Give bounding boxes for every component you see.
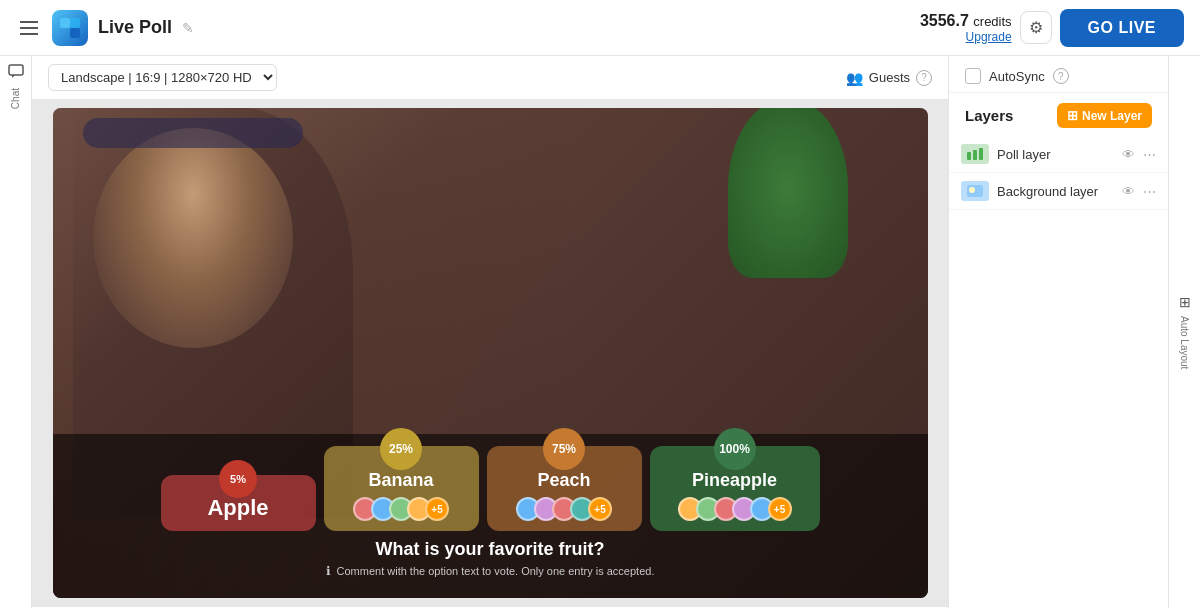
edit-title-icon[interactable]: ✎	[182, 20, 194, 36]
info-icon: ℹ	[326, 564, 331, 578]
upgrade-link[interactable]: Upgrade	[920, 30, 1012, 44]
avatar-more: +5	[588, 497, 612, 521]
canvas-preview: 5% Apple 25% Banana	[32, 100, 948, 606]
poll-layer-name: Poll layer	[997, 147, 1114, 162]
svg-rect-6	[979, 148, 983, 160]
banana-percent: 25%	[380, 428, 422, 470]
new-layer-button[interactable]: ⊞ New Layer	[1057, 103, 1152, 128]
poll-layer-visibility[interactable]: 👁	[1122, 147, 1135, 162]
svg-rect-5	[973, 150, 977, 160]
bg-layer-name: Background layer	[997, 184, 1114, 199]
menu-icon[interactable]	[16, 17, 42, 39]
layer-background[interactable]: Background layer 👁 ⋯	[949, 173, 1168, 210]
poll-layer-thumb	[961, 144, 989, 164]
peach-avatars: +5	[516, 497, 612, 521]
autosync-row: AutoSync ?	[949, 56, 1168, 93]
new-layer-icon: ⊞	[1067, 108, 1078, 123]
chat-panel-toggle[interactable]: Chat	[8, 64, 24, 109]
resolution-select[interactable]: Landscape | 16:9 | 1280×720 HD	[48, 64, 277, 91]
poll-options: 5% Apple 25% Banana	[69, 446, 912, 531]
bg-layer-actions: 👁 ⋯	[1122, 184, 1156, 199]
layer-poll[interactable]: Poll layer 👁 ⋯	[949, 136, 1168, 173]
main-content: Chat Landscape | 16:9 | 1280×720 HD 👥 Gu…	[0, 56, 1200, 608]
autosync-label: AutoSync	[989, 69, 1045, 84]
layers-title: Layers	[965, 107, 1013, 124]
poll-layer-actions: 👁 ⋯	[1122, 147, 1156, 162]
svg-point-8	[969, 187, 975, 193]
guests-icon: 👥	[846, 70, 863, 86]
svg-rect-1	[70, 28, 80, 38]
canvas-area: Landscape | 16:9 | 1280×720 HD 👥 Guests …	[32, 56, 948, 608]
option-peach: 75% Peach +5	[487, 446, 642, 531]
bg-layer-thumb	[961, 181, 989, 201]
svg-rect-2	[70, 18, 80, 28]
app-logo	[52, 10, 88, 46]
poll-question: What is your favorite fruit?	[69, 539, 912, 560]
new-layer-label: New Layer	[1082, 109, 1142, 123]
credits-label: credits	[973, 14, 1011, 29]
left-sidebar: Chat	[0, 56, 32, 608]
svg-rect-3	[9, 65, 23, 75]
autosync-help[interactable]: ?	[1053, 68, 1069, 84]
option-banana: 25% Banana +5	[324, 446, 479, 531]
plant-decoration	[728, 108, 848, 278]
apple-percent: 5%	[219, 460, 257, 498]
banana-name: Banana	[368, 470, 433, 491]
auto-layout-icon: ⊞	[1179, 294, 1191, 310]
headphones-band	[83, 118, 303, 148]
option-apple: 5% Apple	[161, 475, 316, 531]
peach-name: Peach	[537, 470, 590, 491]
chat-icon	[8, 64, 24, 80]
option-pineapple: 100% Pineapple +5	[650, 446, 820, 531]
bg-layer-more[interactable]: ⋯	[1143, 184, 1156, 199]
header-center: 3556.7 credits Upgrade ⚙ GO LIVE	[920, 9, 1184, 47]
guests-button[interactable]: 👥 Guests ?	[846, 70, 932, 86]
pineapple-percent: 100%	[714, 428, 756, 470]
peach-percent: 75%	[543, 428, 585, 470]
chat-label: Chat	[10, 88, 21, 109]
autosync-checkbox[interactable]	[965, 68, 981, 84]
avatar-more: +5	[425, 497, 449, 521]
poll-instruction-text: Comment with the option text to vote. On…	[337, 565, 655, 577]
header: Live Poll ✎ 3556.7 credits Upgrade ⚙ GO …	[0, 0, 1200, 56]
guests-help[interactable]: ?	[916, 70, 932, 86]
avatar-more: +5	[768, 497, 792, 521]
right-sidebar: AutoSync ? Layers ⊞ New Layer Poll layer…	[948, 56, 1168, 608]
poll-overlay: 5% Apple 25% Banana	[53, 434, 928, 598]
svg-rect-0	[60, 18, 70, 28]
poll-instruction: ℹ Comment with the option text to vote. …	[69, 564, 912, 578]
pineapple-avatars: +5	[678, 497, 792, 521]
person-head	[93, 128, 293, 348]
settings-button[interactable]: ⚙	[1020, 11, 1052, 44]
canvas-toolbar: Landscape | 16:9 | 1280×720 HD 👥 Guests …	[32, 56, 948, 100]
auto-layout-panel[interactable]: ⊞ Auto Layout	[1168, 56, 1200, 608]
svg-rect-4	[967, 152, 971, 160]
auto-layout-label: Auto Layout	[1179, 316, 1190, 369]
guests-label: Guests	[869, 70, 910, 85]
banana-avatars: +5	[353, 497, 449, 521]
layers-header: Layers ⊞ New Layer	[949, 93, 1168, 136]
poll-layer-more[interactable]: ⋯	[1143, 147, 1156, 162]
go-live-button[interactable]: GO LIVE	[1060, 9, 1184, 47]
credits-amount: 3556.7	[920, 12, 969, 29]
preview-frame: 5% Apple 25% Banana	[53, 108, 928, 598]
app-title: Live Poll	[98, 17, 172, 38]
pineapple-name: Pineapple	[692, 470, 777, 491]
header-left: Live Poll ✎	[16, 10, 194, 46]
bg-layer-visibility[interactable]: 👁	[1122, 184, 1135, 199]
credits-display: 3556.7 credits Upgrade	[920, 12, 1012, 44]
apple-name: Apple	[207, 495, 268, 521]
